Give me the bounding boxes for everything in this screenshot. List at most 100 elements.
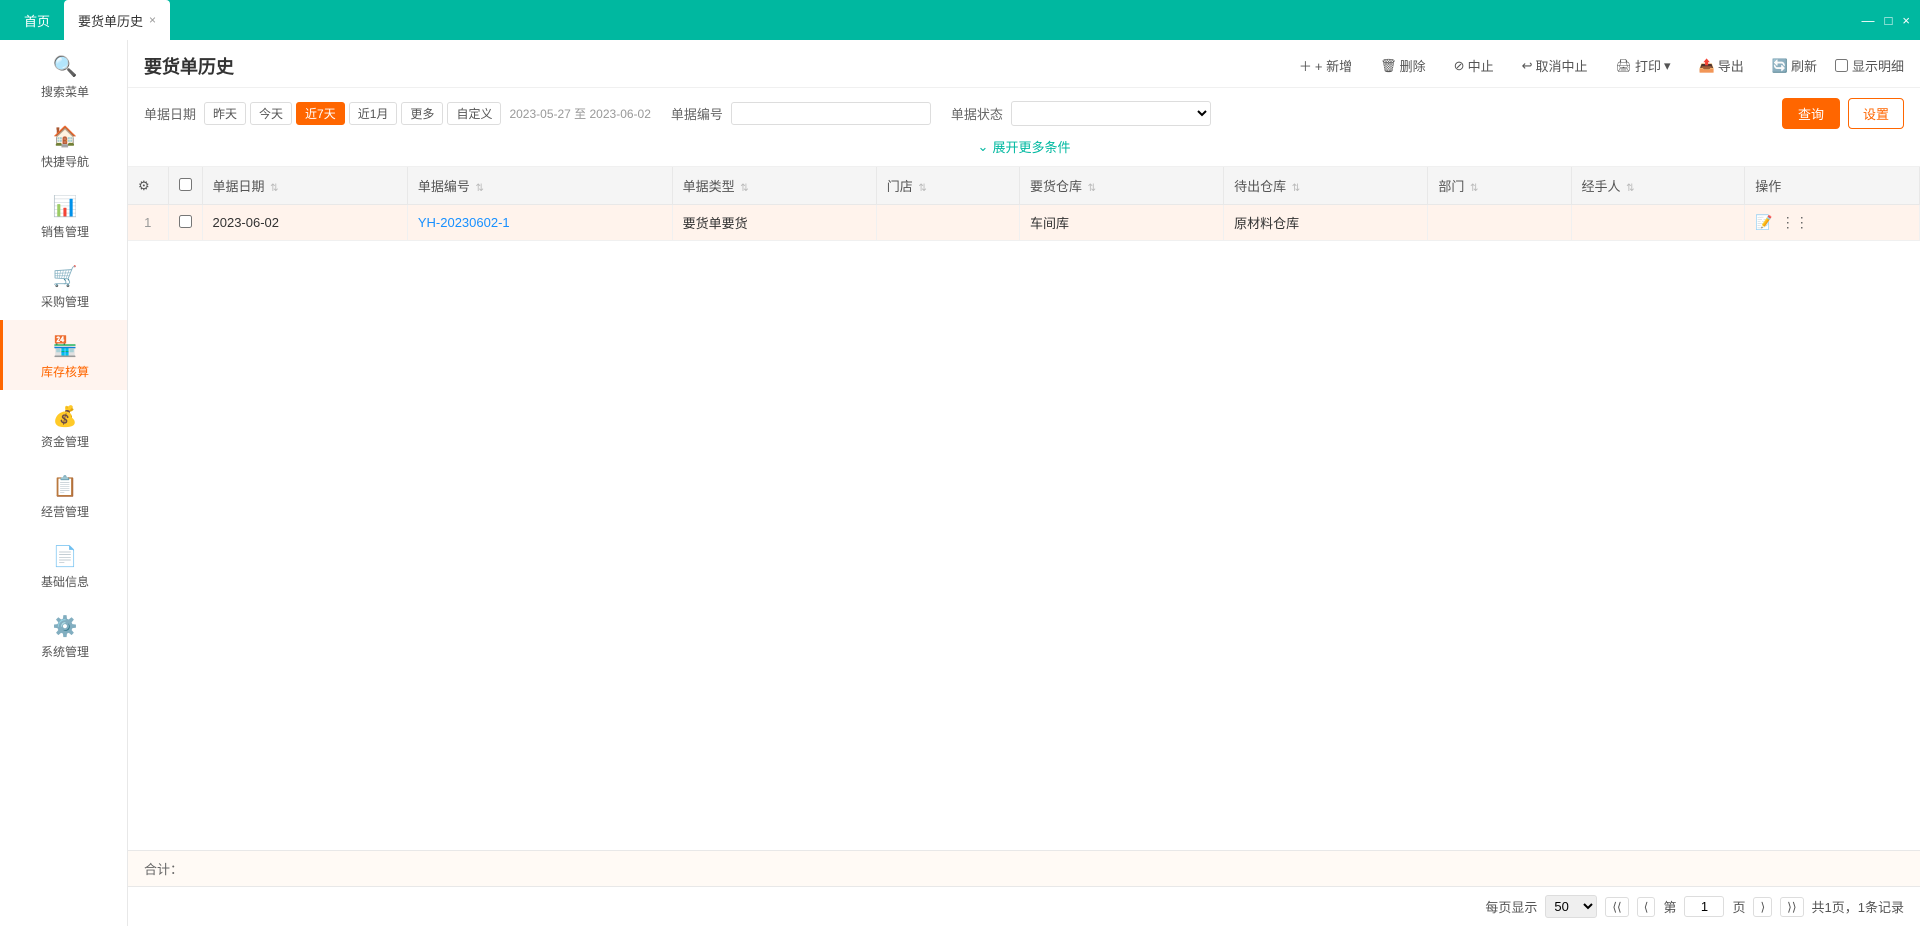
system-icon: ⚙️ — [53, 614, 78, 639]
settings-button[interactable]: 设置 — [1848, 98, 1904, 129]
page-size-select[interactable]: 50 100 — [1545, 895, 1597, 918]
date-btn-more[interactable]: 更多 — [401, 102, 443, 125]
total-info: 共1页，1条记录 — [1812, 897, 1904, 916]
print-icon: 🖨 — [1616, 58, 1633, 74]
col-settings[interactable]: ⚙ — [128, 167, 168, 205]
sidebar-item-system[interactable]: ⚙️ 系统管理 — [0, 600, 127, 670]
col-handler[interactable]: 经手人 ⇅ — [1571, 167, 1745, 205]
inventory-icon: 🏪 — [53, 334, 78, 359]
sidebar-item-inventory[interactable]: 🏪 库存核算 — [0, 320, 127, 390]
print-button[interactable]: 🖨 打印 ▾ — [1606, 52, 1681, 79]
export-icon: 📤 — [1699, 58, 1715, 74]
sidebar-label-operations: 经营管理 — [41, 503, 89, 520]
expand-chevron-icon: ⌄ — [978, 139, 989, 155]
minimize-btn[interactable]: — — [1862, 13, 1875, 28]
date-btn-today[interactable]: 今天 — [250, 102, 292, 125]
sidebar-item-finance[interactable]: 💰 资金管理 — [0, 390, 127, 460]
last-page-btn[interactable]: ⟩⟩ — [1780, 897, 1803, 917]
new-button[interactable]: ＋ + 新增 — [1289, 52, 1362, 79]
col-checkbox — [168, 167, 202, 205]
expand-conditions-btn[interactable]: ⌄ 展开更多条件 — [978, 137, 1071, 156]
sidebar-label-finance: 资金管理 — [41, 433, 89, 450]
settings-icon: ⚙ — [138, 178, 150, 193]
display-detail-checkbox[interactable] — [1835, 59, 1848, 72]
sort-date-icon: ⇅ — [270, 183, 278, 194]
edit-op-icon[interactable]: 📝 — [1755, 214, 1772, 231]
home-icon: 🏠 — [53, 124, 78, 149]
col-ops: 操作 — [1745, 167, 1920, 205]
orders-table: ⚙ 单据日期 ⇅ 单据编号 ⇅ 单据类型 ⇅ — [128, 167, 1920, 241]
sidebar-item-basic[interactable]: 📄 基础信息 — [0, 530, 127, 600]
first-page-btn[interactable]: ⟨⟨ — [1605, 897, 1628, 917]
order-no-input[interactable] — [731, 102, 931, 125]
more-op-icon[interactable]: ⋮⋮ — [1781, 214, 1809, 231]
stop-button[interactable]: ⊘ 中止 — [1444, 52, 1504, 79]
window-controls: — □ × — [1862, 13, 1910, 28]
maximize-btn[interactable]: □ — [1885, 13, 1893, 28]
sort-dept-icon: ⇅ — [1470, 183, 1478, 194]
sidebar-label-inventory: 库存核算 — [41, 363, 89, 380]
date-btn-7days[interactable]: 近7天 — [296, 102, 345, 125]
order-no-link[interactable]: YH-20230602-1 — [418, 215, 510, 230]
page-number-input[interactable] — [1684, 896, 1724, 917]
table-header-row: ⚙ 单据日期 ⇅ 单据编号 ⇅ 单据类型 ⇅ — [128, 167, 1920, 205]
display-detail-toggle[interactable]: 显示明细 — [1835, 56, 1904, 75]
row-date: 2023-06-02 — [202, 205, 407, 241]
sidebar-item-search[interactable]: 🔍 搜索菜单 — [0, 40, 127, 110]
sidebar-label-shortcut: 快捷导航 — [41, 153, 89, 170]
sidebar-label-sales: 销售管理 — [41, 223, 89, 240]
col-date[interactable]: 单据日期 ⇅ — [202, 167, 407, 205]
row-store — [876, 205, 1019, 241]
select-all-checkbox[interactable] — [179, 178, 192, 191]
export-button[interactable]: 📤 导出 — [1689, 52, 1754, 79]
table-container: ⚙ 单据日期 ⇅ 单据编号 ⇅ 单据类型 ⇅ — [128, 167, 1920, 850]
row-num: 1 — [128, 205, 168, 241]
date-btn-1month[interactable]: 近1月 — [349, 102, 398, 125]
col-req-warehouse[interactable]: 要货仓库 ⇅ — [1019, 167, 1223, 205]
sort-pendingwh-icon: ⇅ — [1292, 183, 1300, 194]
col-store[interactable]: 门店 ⇅ — [876, 167, 1019, 205]
page-title: 要货单历史 — [144, 53, 1289, 79]
tab-home[interactable]: 首页 — [10, 0, 64, 40]
pagination-bar: 每页显示 50 100 ⟨⟨ ⟨ 第 页 ⟩ ⟩⟩ 共1页，1条记录 — [128, 886, 1920, 926]
query-button[interactable]: 查询 — [1782, 98, 1840, 129]
col-order-no[interactable]: 单据编号 ⇅ — [407, 167, 672, 205]
col-order-type[interactable]: 单据类型 ⇅ — [672, 167, 876, 205]
row-pending-warehouse: 原材料仓库 — [1224, 205, 1428, 241]
sidebar-item-operations[interactable]: 📋 经营管理 — [0, 460, 127, 530]
refresh-button[interactable]: 🔄 刷新 — [1762, 52, 1827, 79]
delete-button[interactable]: 🗑 删除 — [1370, 52, 1436, 79]
status-filter-group: 单据状态 — [951, 101, 1211, 126]
tab-order-history[interactable]: 要货单历史 × — [64, 0, 170, 40]
main-layout: 🔍 搜索菜单 🏠 快捷导航 📊 销售管理 🛒 采购管理 🏪 库存核算 💰 资金管… — [0, 40, 1920, 926]
prev-page-btn[interactable]: ⟨ — [1637, 897, 1656, 917]
cancel-stop-button[interactable]: ↩ 取消中止 — [1512, 52, 1598, 79]
sidebar-label-search: 搜索菜单 — [41, 83, 89, 100]
status-select[interactable] — [1011, 101, 1211, 126]
sidebar-label-purchase: 采购管理 — [41, 293, 89, 310]
sidebar: 🔍 搜索菜单 🏠 快捷导航 📊 销售管理 🛒 采购管理 🏪 库存核算 💰 资金管… — [0, 40, 128, 926]
page-header: 要货单历史 ＋ + 新增 🗑 删除 ⊘ 中止 ↩ 取消中止 — [128, 40, 1920, 88]
footer-bar: 合计： — [128, 850, 1920, 886]
row-checkbox[interactable] — [179, 215, 192, 228]
date-btn-yesterday[interactable]: 昨天 — [204, 102, 246, 125]
row-department — [1428, 205, 1571, 241]
sidebar-item-purchase[interactable]: 🛒 采购管理 — [0, 250, 127, 320]
tab-close-icon[interactable]: × — [149, 13, 156, 27]
table-row: 1 2023-06-02 YH-20230602-1 要货单要货 车间库 原材料… — [128, 205, 1920, 241]
sidebar-item-shortcut[interactable]: 🏠 快捷导航 — [0, 110, 127, 180]
sidebar-item-sales[interactable]: 📊 销售管理 — [0, 180, 127, 250]
ops-cell: 📝 ⋮⋮ — [1755, 214, 1909, 231]
content-area: 要货单历史 ＋ + 新增 🗑 删除 ⊘ 中止 ↩ 取消中止 — [128, 40, 1920, 926]
sidebar-label-basic: 基础信息 — [41, 573, 89, 590]
close-btn[interactable]: × — [1902, 13, 1910, 28]
date-btn-custom[interactable]: 自定义 — [447, 102, 501, 125]
stop-icon: ⊘ — [1454, 58, 1465, 74]
row-req-warehouse: 车间库 — [1019, 205, 1223, 241]
top-bar: 首页 要货单历史 × — □ × — [0, 0, 1920, 40]
next-page-btn[interactable]: ⟩ — [1753, 897, 1772, 917]
per-page-label: 每页显示 — [1485, 897, 1537, 916]
sort-handler-icon: ⇅ — [1626, 183, 1634, 194]
col-pending-warehouse[interactable]: 待出仓库 ⇅ — [1224, 167, 1428, 205]
col-department[interactable]: 部门 ⇅ — [1428, 167, 1571, 205]
